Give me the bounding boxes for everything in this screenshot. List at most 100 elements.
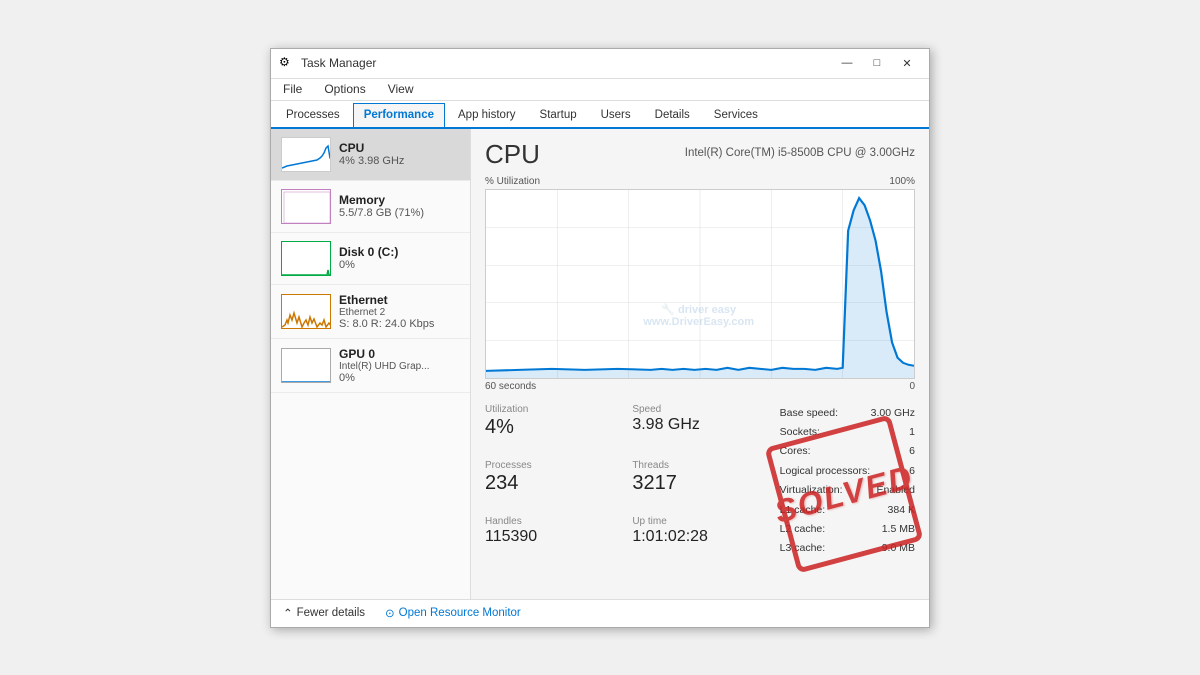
handles-label: Handles — [485, 516, 620, 527]
l1-val: 384 K — [888, 501, 915, 520]
minimize-button[interactable]: — — [833, 53, 861, 73]
gpu-thumbnail — [281, 348, 331, 383]
window-title: Task Manager — [301, 56, 833, 70]
main-content: CPU 4% 3.98 GHz Memory 5.5/7.8 GB (71%) — [271, 129, 929, 599]
stats-grid: Utilization 4% Speed 3.98 GHz Base speed… — [485, 404, 915, 559]
sidebar-item-gpu[interactable]: GPU 0 Intel(R) UHD Grap... 0% — [271, 339, 470, 393]
gpu-sublabel: 0% — [339, 372, 430, 384]
right-stat-l2: L2 cache: 1.5 MB — [780, 520, 915, 539]
processes-block: Processes 234 — [485, 460, 620, 508]
task-manager-window: ⚙ Task Manager — □ ✕ File Options View P… — [270, 48, 930, 628]
tab-details[interactable]: Details — [644, 103, 701, 127]
tab-services[interactable]: Services — [703, 103, 769, 127]
threads-label: Threads — [632, 460, 767, 471]
ethernet-mini-chart — [282, 295, 331, 329]
tab-startup[interactable]: Startup — [529, 103, 588, 127]
gpu-info: GPU 0 Intel(R) UHD Grap... 0% — [339, 347, 430, 384]
menu-file[interactable]: File — [277, 80, 308, 98]
ethernet-sublabel2: Ethernet 2 — [339, 307, 434, 318]
disk-sublabel: 0% — [339, 259, 398, 271]
processes-label: Processes — [485, 460, 620, 471]
chart-x-min: 60 seconds — [485, 381, 536, 392]
tab-users[interactable]: Users — [590, 103, 642, 127]
tab-performance[interactable]: Performance — [353, 103, 445, 127]
menu-bar: File Options View — [271, 79, 929, 101]
right-stat-virt: Virtualization: Enabled — [780, 481, 915, 500]
utilization-label: Utilization — [485, 404, 620, 415]
sockets-val: 1 — [909, 423, 915, 442]
disk-mini-chart — [282, 242, 331, 276]
cpu-chart: 🔧 driver easy www.DriverEasy.com — [485, 189, 915, 379]
cpu-mini-chart — [282, 138, 331, 172]
uptime-label: Up time — [632, 516, 767, 527]
tab-app-history[interactable]: App history — [447, 103, 527, 127]
logical-val: 6 — [909, 462, 915, 481]
sockets-key: Sockets: — [780, 423, 820, 442]
cores-val: 6 — [909, 442, 915, 461]
right-stat-l3: L3 cache: 9.0 MB — [780, 539, 915, 558]
cpu-chart-svg — [486, 190, 914, 378]
virt-key: Virtualization: — [780, 481, 843, 500]
right-stat-cores: Cores: 6 — [780, 442, 915, 461]
app-icon: ⚙ — [279, 55, 295, 71]
menu-options[interactable]: Options — [318, 80, 371, 98]
memory-info: Memory 5.5/7.8 GB (71%) — [339, 193, 424, 219]
open-resource-monitor-button[interactable]: ⊙ Open Resource Monitor — [385, 606, 521, 620]
ethernet-info: Ethernet Ethernet 2 S: 8.0 R: 24.0 Kbps — [339, 293, 434, 330]
detail-panel: CPU Intel(R) Core(TM) i5-8500B CPU @ 3.0… — [471, 129, 929, 599]
cpu-label: CPU — [339, 141, 404, 155]
memory-label: Memory — [339, 193, 424, 207]
chart-label-top: % Utilization 100% — [485, 176, 915, 187]
utilization-value: 4% — [485, 415, 620, 439]
processes-value: 234 — [485, 471, 620, 495]
tab-processes[interactable]: Processes — [275, 103, 351, 127]
handles-block: Handles 115390 — [485, 516, 620, 559]
sidebar-item-ethernet[interactable]: Ethernet Ethernet 2 S: 8.0 R: 24.0 Kbps — [271, 285, 470, 339]
detail-subtitle: Intel(R) Core(TM) i5-8500B CPU @ 3.00GHz — [685, 147, 915, 159]
cpu-info: CPU 4% 3.98 GHz — [339, 141, 404, 167]
chart-x-max: 0 — [909, 381, 915, 392]
l1-key: L1 cache: — [780, 501, 826, 520]
sidebar-item-disk[interactable]: Disk 0 (C:) 0% — [271, 233, 470, 285]
speed-label: Speed — [632, 404, 767, 415]
virt-val: Enabled — [876, 481, 915, 500]
sidebar: CPU 4% 3.98 GHz Memory 5.5/7.8 GB (71%) — [271, 129, 471, 599]
disk-thumbnail — [281, 241, 331, 276]
fewer-details-label: Fewer details — [297, 607, 365, 619]
tab-bar: Processes Performance App history Startu… — [271, 101, 929, 129]
disk-label: Disk 0 (C:) — [339, 245, 398, 259]
close-button[interactable]: ✕ — [893, 53, 921, 73]
speed-block: Speed 3.98 GHz — [632, 404, 767, 452]
speed-value: 3.98 GHz — [632, 415, 767, 434]
fewer-details-button[interactable]: ⌃ Fewer details — [283, 606, 365, 620]
threads-value: 3217 — [632, 471, 767, 495]
right-stat-sockets: Sockets: 1 — [780, 423, 915, 442]
maximize-button[interactable]: □ — [863, 53, 891, 73]
cpu-sublabel: 4% 3.98 GHz — [339, 155, 404, 167]
gpu-sublabel2: Intel(R) UHD Grap... — [339, 361, 430, 372]
chevron-up-icon: ⌃ — [283, 606, 293, 620]
menu-view[interactable]: View — [382, 80, 420, 98]
threads-block: Threads 3217 — [632, 460, 767, 508]
handles-value: 115390 — [485, 527, 620, 546]
l2-val: 1.5 MB — [882, 520, 915, 539]
chart-label-bottom: 60 seconds 0 — [485, 381, 915, 392]
memory-thumbnail — [281, 189, 331, 224]
detail-title: CPU — [485, 139, 540, 170]
monitor-icon: ⊙ — [385, 606, 395, 620]
l3-key: L3 cache: — [780, 539, 826, 558]
disk-info: Disk 0 (C:) 0% — [339, 245, 398, 271]
detail-header: CPU Intel(R) Core(TM) i5-8500B CPU @ 3.0… — [485, 139, 915, 170]
sidebar-item-cpu[interactable]: CPU 4% 3.98 GHz — [271, 129, 470, 181]
right-stat-base-speed: Base speed: 3.00 GHz — [780, 404, 915, 423]
gpu-mini-chart — [282, 349, 331, 383]
bottom-bar: ⌃ Fewer details ⊙ Open Resource Monitor — [271, 599, 929, 627]
right-stat-l1: L1 cache: 384 K — [780, 501, 915, 520]
memory-mini-chart — [282, 190, 331, 224]
cpu-thumbnail — [281, 137, 331, 172]
ethernet-label: Ethernet — [339, 293, 434, 307]
memory-sublabel: 5.5/7.8 GB (71%) — [339, 207, 424, 219]
uptime-value: 1:01:02:28 — [632, 527, 767, 546]
title-bar: ⚙ Task Manager — □ ✕ — [271, 49, 929, 79]
sidebar-item-memory[interactable]: Memory 5.5/7.8 GB (71%) — [271, 181, 470, 233]
